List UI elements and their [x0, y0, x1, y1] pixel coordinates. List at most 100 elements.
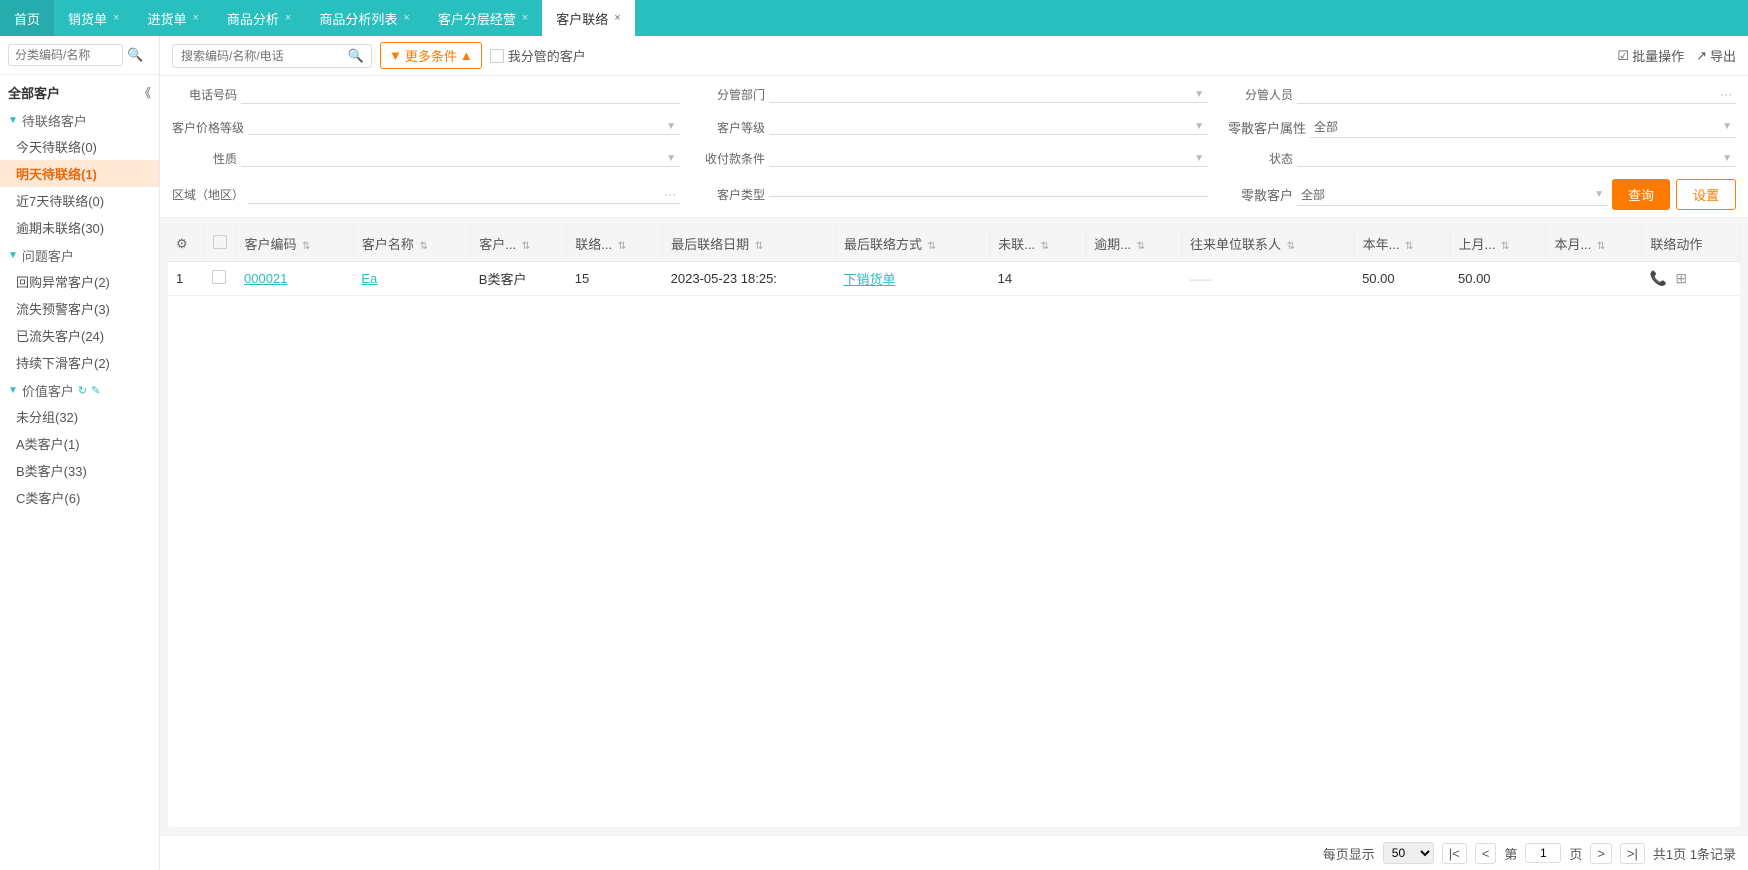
sidebar-item-7days[interactable]: 近7天待联络(0): [0, 187, 159, 214]
sidebar-item-b-class[interactable]: B类客户(33): [0, 457, 159, 484]
sort-icon[interactable]: ⇅: [1597, 241, 1605, 252]
sidebar-item-ungrouped[interactable]: 未分组(32): [0, 403, 159, 430]
right-actions: ☑ 批量操作 ↗ 导出: [1617, 46, 1736, 65]
sort-icon[interactable]: ⇅: [420, 241, 428, 252]
col-label: 客户编码: [245, 237, 297, 252]
more-conditions-btn[interactable]: ▼ 更多条件 ▲: [380, 42, 482, 69]
customer-code-link[interactable]: 000021: [244, 271, 287, 286]
my-customers-checkbox[interactable]: 我分管的客户: [490, 46, 586, 65]
status-label: 状态: [1228, 150, 1293, 167]
nav-customer-contact[interactable]: 客户联络 ×: [542, 0, 634, 36]
grid-action-icon[interactable]: ⊞: [1675, 270, 1687, 287]
region-select[interactable]: ···: [248, 185, 680, 204]
more-icon[interactable]: ···: [660, 187, 676, 201]
edit-icon[interactable]: ✎: [91, 384, 100, 397]
phone-input[interactable]: [241, 85, 680, 104]
page-label: 第: [1504, 844, 1517, 863]
gear-icon[interactable]: ⚙: [176, 236, 188, 251]
status-select[interactable]: ▼: [1297, 151, 1736, 167]
first-page-btn[interactable]: |<: [1442, 843, 1467, 864]
nav-product-analysis[interactable]: 商品分析 ×: [213, 0, 305, 36]
batch-op-button[interactable]: ☑ 批量操作: [1617, 46, 1684, 65]
close-icon[interactable]: ×: [285, 12, 291, 24]
per-page-select[interactable]: 50 100 200: [1383, 842, 1434, 864]
phone-action-icon[interactable]: 📞: [1650, 270, 1667, 287]
sort-icon[interactable]: ⇅: [755, 241, 763, 252]
filter-row-price-level: 客户价格等级 ▼: [172, 113, 680, 141]
filter-row-nature: 性质 ▼: [172, 147, 680, 170]
col-label: 最后联络日期: [671, 237, 749, 252]
customer-level-select[interactable]: ▼: [769, 119, 1208, 135]
price-level-select[interactable]: ▼: [248, 119, 680, 135]
customer-type-select[interactable]: [769, 192, 1208, 197]
filter-row-payment: 收付款条件 ▼: [700, 147, 1208, 170]
nav-product-analysis-list[interactable]: 商品分析列表 ×: [305, 0, 423, 36]
nav-customer-tier[interactable]: 客户分层经营 ×: [424, 0, 542, 36]
sort-icon[interactable]: ⇅: [928, 241, 936, 252]
sort-icon[interactable]: ⇅: [1137, 241, 1145, 252]
row-contact-count: 15: [567, 262, 663, 296]
last-contact-way-link[interactable]: 下销货单: [844, 272, 896, 287]
close-icon[interactable]: ×: [403, 12, 409, 24]
next-page-btn[interactable]: >: [1590, 843, 1612, 864]
payment-select[interactable]: ▼: [769, 151, 1208, 167]
arrow-icon: ▼: [8, 250, 18, 261]
more-icon[interactable]: ···: [1716, 87, 1732, 101]
close-icon[interactable]: ×: [614, 12, 620, 24]
sidebar-search-input[interactable]: [8, 44, 123, 66]
set-button[interactable]: 设置: [1676, 179, 1736, 210]
prev-page-btn[interactable]: <: [1475, 843, 1497, 864]
sort-icon[interactable]: ⇅: [1501, 241, 1509, 252]
row-select-checkbox[interactable]: [212, 270, 226, 284]
col-label: 本年...: [1363, 237, 1400, 252]
sidebar-item-churn-warning[interactable]: 流失预警客户(3): [0, 295, 159, 322]
sidebar-item-churned[interactable]: 已流失客户(24): [0, 322, 159, 349]
sort-icon[interactable]: ⇅: [522, 241, 530, 252]
collapse-icon[interactable]: 《: [139, 84, 151, 101]
close-icon[interactable]: ×: [192, 12, 198, 24]
scattered-select[interactable]: 全部 ▼: [1297, 184, 1608, 206]
search-icon[interactable]: 🔍: [348, 48, 364, 64]
sort-icon[interactable]: ⇅: [1287, 241, 1295, 252]
nav-home[interactable]: 首页: [0, 0, 54, 36]
sidebar-item-c-class[interactable]: C类客户(6): [0, 484, 159, 511]
sidebar-item-today[interactable]: 今天待联络(0): [0, 133, 159, 160]
sidebar-search-icon[interactable]: 🔍: [127, 47, 143, 63]
search-input[interactable]: [172, 44, 372, 68]
sidebar-item-a-class[interactable]: A类客户(1): [0, 430, 159, 457]
sidebar-item-overdue[interactable]: 逾期未联络(30): [0, 214, 159, 241]
checkbox-icon[interactable]: [490, 49, 504, 63]
filter-row-manager: 分管人员 ···: [1228, 82, 1736, 107]
nature-select[interactable]: ▼: [241, 151, 680, 167]
filter-bar: 🔍 ▼ 更多条件 ▲ 我分管的客户 ☑ 批量操作 ↗ 导出: [160, 36, 1748, 76]
sort-icon[interactable]: ⇅: [1405, 241, 1413, 252]
nav-purchase-order[interactable]: 进货单 ×: [133, 0, 212, 36]
select-all-checkbox[interactable]: [213, 235, 227, 249]
scattered-attr-select[interactable]: 全部 ▼: [1310, 116, 1736, 138]
scattered-label: 零散客户: [1228, 185, 1293, 204]
sort-icon[interactable]: ⇅: [1041, 241, 1049, 252]
customer-name-link[interactable]: Ea: [361, 271, 377, 286]
row-last-date: 2023-05-23 18:25:: [663, 262, 836, 296]
nav-sales-order[interactable]: 销货单 ×: [54, 0, 133, 36]
col-label: 最后联络方式: [844, 237, 922, 252]
row-checkbox: [204, 262, 236, 296]
sort-icon[interactable]: ⇅: [618, 241, 626, 252]
dept-select[interactable]: ▼: [769, 87, 1208, 103]
last-page-btn[interactable]: >|: [1620, 843, 1645, 864]
refresh-icon[interactable]: ↻: [78, 384, 87, 397]
content-area: 🔍 ▼ 更多条件 ▲ 我分管的客户 ☑ 批量操作 ↗ 导出: [160, 36, 1748, 870]
sidebar-item-repurchase-abnormal[interactable]: 回购异常客户(2): [0, 268, 159, 295]
page-input[interactable]: [1525, 843, 1561, 863]
manager-select[interactable]: ···: [1297, 85, 1736, 104]
sidebar: 🔍 全部客户 《 ▼ 待联络客户 今天待联络(0) 明天待联络(1) 近7天待联…: [0, 36, 160, 870]
sort-icon[interactable]: ⇅: [302, 241, 310, 252]
close-icon[interactable]: ×: [522, 12, 528, 24]
arrow-icon: ▼: [8, 115, 18, 126]
export-button[interactable]: ↗ 导出: [1696, 46, 1736, 65]
top-nav: 首页 销货单 × 进货单 × 商品分析 × 商品分析列表 × 客户分层经营 × …: [0, 0, 1748, 36]
close-icon[interactable]: ×: [113, 12, 119, 24]
sidebar-item-declining[interactable]: 持续下滑客户(2): [0, 349, 159, 376]
query-button[interactable]: 查询: [1612, 179, 1670, 210]
sidebar-item-tomorrow[interactable]: 明天待联络(1): [0, 160, 159, 187]
